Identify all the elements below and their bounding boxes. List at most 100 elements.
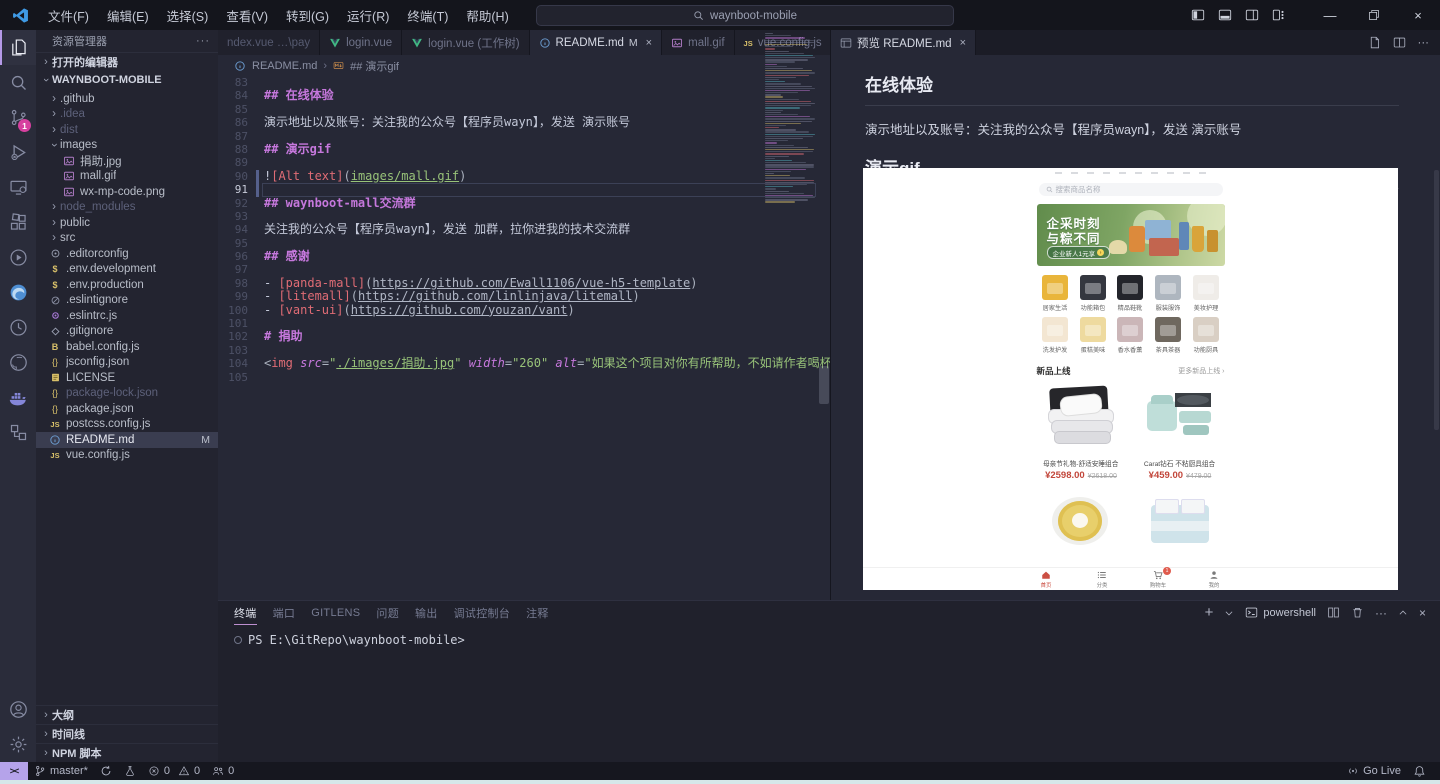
code-line[interactable]: 98- [panda-mall](https://github.com/Ewal… bbox=[218, 276, 830, 290]
project-manager-icon[interactable] bbox=[0, 415, 36, 450]
run-debug-icon[interactable] bbox=[0, 135, 36, 170]
breadcrumb-item-file[interactable]: README.md bbox=[252, 60, 317, 72]
menu-item[interactable]: 编辑(E) bbox=[98, 0, 158, 30]
notifications-bell-icon[interactable] bbox=[1407, 762, 1432, 780]
editor-tab-README.md[interactable]: README.md M × bbox=[529, 30, 663, 55]
editor-tab-login.vue (工作树)[interactable]: login.vue (工作树) bbox=[402, 30, 530, 55]
tree-item-babel.config.js[interactable]: Bbabel.config.js bbox=[36, 339, 218, 355]
tab-close-icon[interactable]: × bbox=[646, 37, 652, 49]
close-preview-tab-icon[interactable]: × bbox=[960, 37, 966, 49]
panel-tab-输出[interactable]: 输出 bbox=[415, 601, 438, 625]
code-line[interactable]: 102 # 捐助 bbox=[218, 330, 830, 344]
menu-item[interactable]: 查看(V) bbox=[217, 0, 277, 30]
account-icon[interactable] bbox=[0, 692, 36, 727]
tree-item-.github[interactable]: › .github bbox=[36, 91, 218, 107]
command-search-box[interactable]: waynboot-mobile bbox=[536, 5, 954, 26]
docker-icon[interactable] bbox=[0, 380, 36, 415]
live-share-item[interactable]: 0 bbox=[206, 762, 240, 780]
code-line[interactable]: 91 bbox=[218, 183, 830, 197]
tree-item-.env.production[interactable]: $ .env.production bbox=[36, 277, 218, 293]
github-icon[interactable] bbox=[0, 345, 36, 380]
maximize-panel-icon[interactable] bbox=[1398, 608, 1408, 618]
tree-item-src[interactable]: › src bbox=[36, 231, 218, 247]
gitlens-item[interactable] bbox=[118, 762, 142, 780]
menu-item[interactable]: 终端(T) bbox=[398, 0, 457, 30]
tree-item-nodemodules[interactable]: › node_modules bbox=[36, 200, 218, 216]
panel-tab-终端[interactable]: 终端 bbox=[234, 601, 257, 625]
preview-scrollbar[interactable] bbox=[1434, 170, 1439, 430]
code-line[interactable]: 105 bbox=[218, 371, 830, 384]
editor-tab-login.vue[interactable]: login.vue bbox=[320, 30, 403, 55]
tree-item-package-lock.json[interactable]: {} package-lock.json bbox=[36, 386, 218, 402]
panel-tab-GITLENS[interactable]: GITLENS bbox=[311, 601, 360, 625]
sidebar-section-时间线[interactable]: › 时间线 bbox=[36, 724, 218, 743]
minimap[interactable] bbox=[765, 33, 817, 203]
settings-gear-icon[interactable] bbox=[0, 727, 36, 762]
split-terminal-icon[interactable] bbox=[1327, 606, 1340, 619]
menu-item[interactable]: 文件(F) bbox=[39, 0, 98, 30]
restore-button[interactable] bbox=[1352, 0, 1396, 30]
tree-item-wx-mp-code.png[interactable]: wx-mp-code.png bbox=[36, 184, 218, 200]
close-panel-icon[interactable]: × bbox=[1419, 606, 1426, 620]
terminal-dropdown-icon[interactable] bbox=[1224, 608, 1234, 618]
close-window-button[interactable]: × bbox=[1396, 0, 1440, 30]
toggle-secondary-sidebar-icon[interactable] bbox=[1245, 8, 1259, 22]
code-line[interactable]: 86 演示地址以及账号：关注我的公众号【程序员wayn】，发送 演示账号 bbox=[218, 115, 830, 129]
tree-item-LICENSE[interactable]: LICENSE bbox=[36, 370, 218, 386]
panel-tab-端口[interactable]: 端口 bbox=[273, 601, 296, 625]
panel-tab-调试控制台[interactable]: 调试控制台 bbox=[454, 601, 511, 625]
tree-item-.env.development[interactable]: $ .env.development bbox=[36, 262, 218, 278]
tree-item-jsconfig.json[interactable]: {} jsconfig.json bbox=[36, 355, 218, 371]
project-root-section[interactable]: › WAYNBOOT-MOBILE bbox=[36, 71, 218, 89]
tree-item-README.md[interactable]: README.md M bbox=[36, 432, 218, 448]
panel-tab-问题[interactable]: 问题 bbox=[376, 601, 399, 625]
more-actions-icon[interactable]: ··· bbox=[1418, 37, 1430, 49]
menu-item[interactable]: 运行(R) bbox=[338, 0, 398, 30]
code-line[interactable]: 104 <img src="./images/捐助.jpg" width="260… bbox=[218, 357, 830, 371]
menu-item[interactable]: 帮助(H) bbox=[457, 0, 517, 30]
code-line[interactable]: 87 bbox=[218, 130, 830, 143]
tree-item-package.json[interactable]: {} package.json bbox=[36, 401, 218, 417]
breadcrumb-item-symbol[interactable]: ## 演示gif bbox=[350, 58, 399, 74]
code-line[interactable]: 92 ## waynboot-mall交流群 bbox=[218, 196, 830, 210]
editor-scrollbar[interactable] bbox=[819, 366, 829, 404]
split-editor-icon[interactable] bbox=[1393, 36, 1406, 49]
open-editors-section[interactable]: › 打开的编辑器 bbox=[36, 52, 218, 71]
terminal-prompt[interactable]: PS E:\GitRepo\waynboot-mobile> bbox=[234, 633, 1440, 647]
editor-tab-mall.gif[interactable]: mall.gif bbox=[662, 30, 735, 55]
preview-tab[interactable]: 预览 README.md × bbox=[831, 30, 977, 55]
tree-item-.eslintignore[interactable]: .eslintignore bbox=[36, 293, 218, 309]
extensions-icon[interactable] bbox=[0, 205, 36, 240]
explorer-icon[interactable] bbox=[0, 30, 36, 65]
sidebar-section-NPM 脚本[interactable]: › NPM 脚本 bbox=[36, 743, 218, 762]
code-line[interactable]: 99- [litemall](https://github.com/linlin… bbox=[218, 290, 830, 304]
panel-more-actions-icon[interactable]: ··· bbox=[1375, 606, 1387, 620]
code-line[interactable]: 88 ## 演示gif bbox=[218, 142, 830, 156]
customize-layout-icon[interactable] bbox=[1272, 8, 1286, 22]
tree-item-.editorconfig[interactable]: .editorconfig bbox=[36, 246, 218, 262]
code-editor[interactable]: 83 84 ## 在线体验 85 86 演示地址以及账号：关注我的公众号【程序员wayn】… bbox=[218, 76, 830, 600]
tree-item-public[interactable]: › public bbox=[36, 215, 218, 231]
source-control-icon[interactable]: 1 bbox=[0, 100, 36, 135]
editor-tab-ndex.vue …\pay[interactable]: ndex.vue …\pay bbox=[218, 30, 321, 55]
code-line[interactable]: 89 bbox=[218, 156, 830, 169]
terminal-instance[interactable]: powershell bbox=[1245, 606, 1316, 619]
menu-item[interactable]: 转到(G) bbox=[277, 0, 338, 30]
new-terminal-icon[interactable]: + bbox=[1205, 604, 1214, 621]
tree-item-dist[interactable]: › dist bbox=[36, 122, 218, 138]
tree-item-postcss.config.js[interactable]: JS postcss.config.js bbox=[36, 417, 218, 433]
code-line[interactable]: 84 ## 在线体验 bbox=[218, 89, 830, 103]
menu-item[interactable]: 选择(S) bbox=[158, 0, 218, 30]
go-live-item[interactable]: Go Live bbox=[1341, 762, 1407, 780]
code-line[interactable]: 96 ## 感谢 bbox=[218, 249, 830, 263]
search-icon[interactable] bbox=[0, 65, 36, 100]
code-line[interactable]: 97 bbox=[218, 263, 830, 276]
panel-tab-注释[interactable]: 注释 bbox=[526, 601, 549, 625]
tree-item-mall.gif[interactable]: mall.gif bbox=[36, 169, 218, 185]
remote-indicator[interactable]: >< bbox=[0, 762, 28, 780]
tree-item-vue.config.js[interactable]: JS vue.config.js bbox=[36, 448, 218, 464]
history-icon[interactable] bbox=[0, 310, 36, 345]
toggle-panel-icon[interactable] bbox=[1218, 8, 1232, 22]
kill-terminal-icon[interactable] bbox=[1351, 606, 1364, 619]
tree-item-.jpg[interactable]: 捐助.jpg bbox=[36, 153, 218, 169]
